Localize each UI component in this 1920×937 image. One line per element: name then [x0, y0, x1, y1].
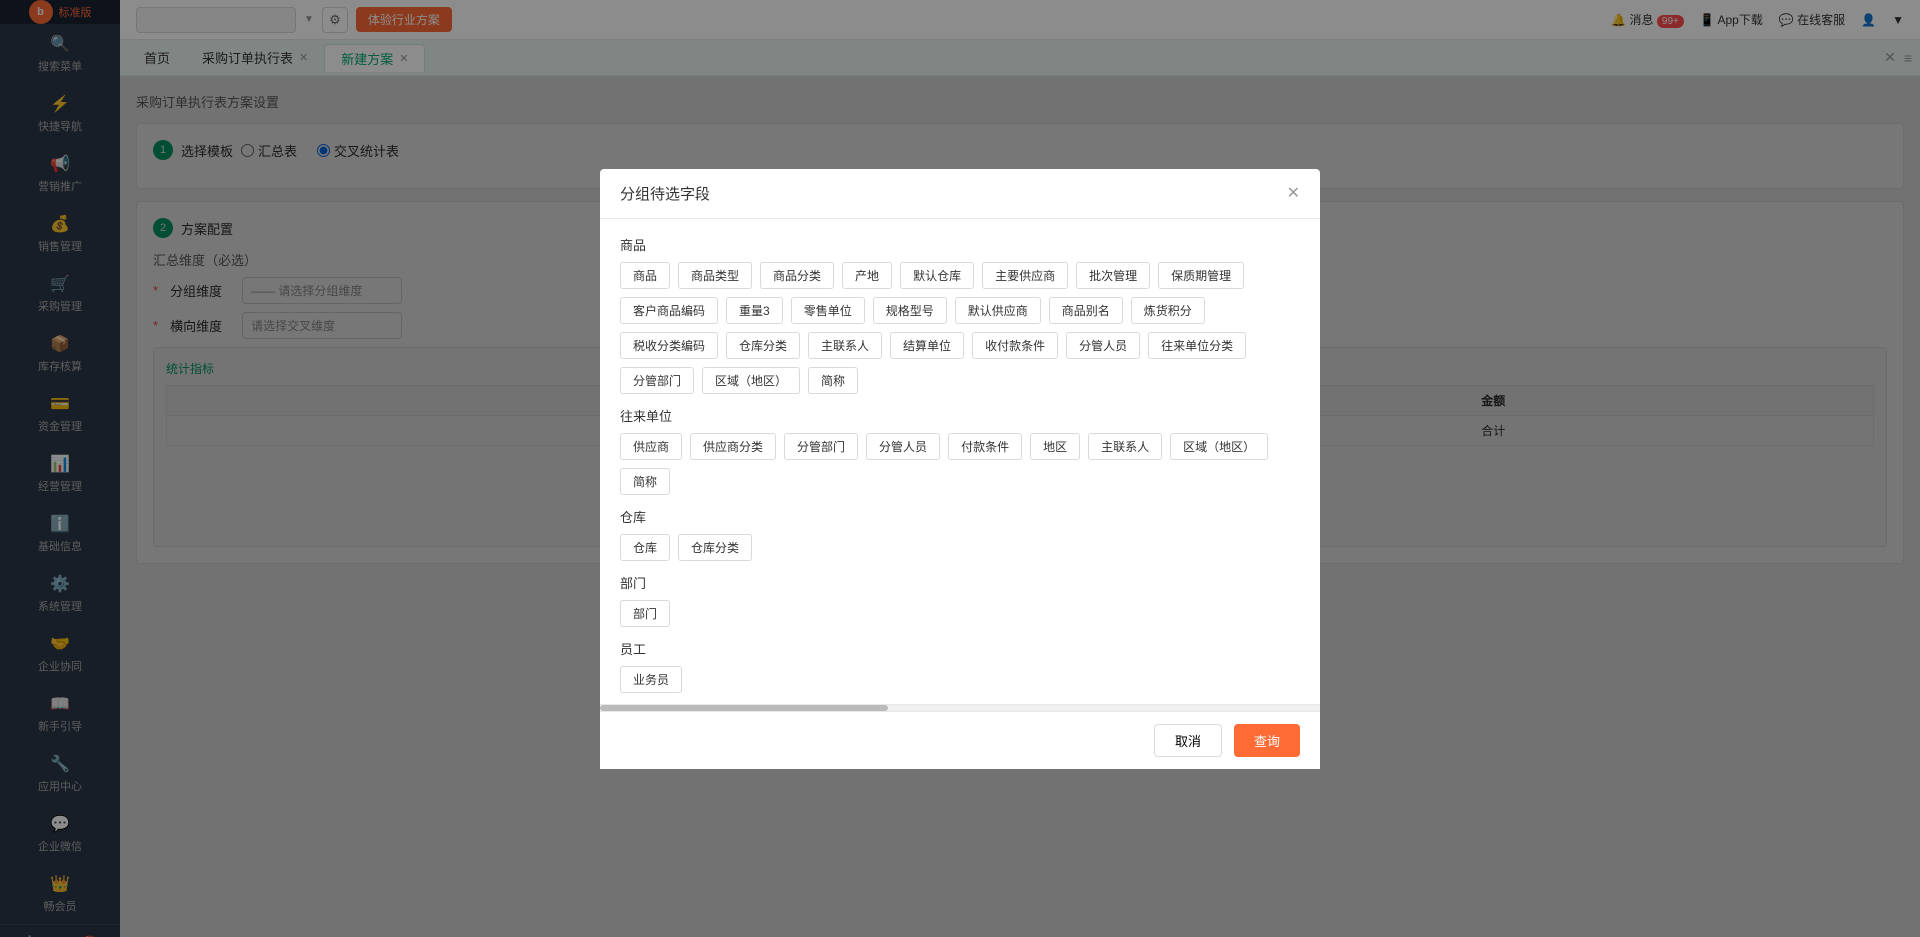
section-dept-title: 部门	[620, 573, 1300, 592]
field-tag-retail-unit[interactable]: 零售单位	[791, 297, 865, 324]
section-warehouse-fields: 仓库 仓库分类	[620, 534, 1300, 561]
field-tag-settlement-unit[interactable]: 结算单位	[890, 332, 964, 359]
field-tag-warehouse-category[interactable]: 仓库分类	[726, 332, 800, 359]
confirm-button[interactable]: 查询	[1234, 724, 1300, 757]
field-select-modal: 分组待选字段 ✕ 商品 商品 商品类型 商品分类 产地 默认仓库 主要供应商 批…	[600, 169, 1320, 769]
field-tag-warehouse[interactable]: 仓库	[620, 534, 670, 561]
field-tag-product-type[interactable]: 商品类型	[678, 262, 752, 289]
modal-footer: 取消 查询	[600, 711, 1320, 769]
modal-body[interactable]: 商品 商品 商品类型 商品分类 产地 默认仓库 主要供应商 批次管理 保质期管理…	[600, 219, 1320, 704]
field-tag-refine-points[interactable]: 炼货积分	[1131, 297, 1205, 324]
field-tag-spec-model[interactable]: 规格型号	[873, 297, 947, 324]
field-tag-dept[interactable]: 部门	[620, 600, 670, 627]
field-tag-warehouse-cat[interactable]: 仓库分类	[678, 534, 752, 561]
field-tag-supplier[interactable]: 供应商	[620, 433, 682, 460]
field-tag-main-supplier[interactable]: 主要供应商	[982, 262, 1068, 289]
field-tag-customer-code[interactable]: 客户商品编码	[620, 297, 718, 324]
field-tag-salesperson[interactable]: 业务员	[620, 666, 682, 693]
field-tag-main-contact[interactable]: 主联系人	[808, 332, 882, 359]
field-tag-mgmt-person2[interactable]: 分管人员	[866, 433, 940, 460]
field-tag-manager-person[interactable]: 分管人员	[1066, 332, 1140, 359]
section-employee-title: 员工	[620, 639, 1300, 658]
modal-header: 分组待选字段 ✕	[600, 169, 1320, 219]
field-tag-short-name-product[interactable]: 简称	[808, 367, 858, 394]
field-tag-mgmt-dept2[interactable]: 分管部门	[784, 433, 858, 460]
section-partner-title: 往来单位	[620, 406, 1300, 425]
field-tag-payment-terms[interactable]: 收付款条件	[972, 332, 1058, 359]
field-tag-product-category[interactable]: 商品分类	[760, 262, 834, 289]
section-warehouse-title: 仓库	[620, 507, 1300, 526]
field-tag-supplier-category[interactable]: 供应商分类	[690, 433, 776, 460]
field-tag-area[interactable]: 地区	[1030, 433, 1080, 460]
cancel-button[interactable]: 取消	[1154, 724, 1222, 757]
field-tag-short-name-partner[interactable]: 简称	[620, 468, 670, 495]
section-product-title: 商品	[620, 235, 1300, 254]
field-tag-main-contact2[interactable]: 主联系人	[1088, 433, 1162, 460]
field-tag-batch-mgmt[interactable]: 批次管理	[1076, 262, 1150, 289]
field-tag-default-supplier[interactable]: 默认供应商	[955, 297, 1041, 324]
modal-horizontal-scrollbar[interactable]	[600, 704, 1320, 711]
section-partner-fields: 供应商 供应商分类 分管部门 分管人员 付款条件 地区 主联系人 区域（地区） …	[620, 433, 1300, 495]
section-dept-fields: 部门	[620, 600, 1300, 627]
field-tag-payment-cond[interactable]: 付款条件	[948, 433, 1022, 460]
field-tag-origin[interactable]: 产地	[842, 262, 892, 289]
field-tag-mgmt-dept[interactable]: 分管部门	[620, 367, 694, 394]
field-tag-expiry-mgmt[interactable]: 保质期管理	[1158, 262, 1244, 289]
field-tag-tax-code[interactable]: 税收分类编码	[620, 332, 718, 359]
section-employee-fields: 业务员	[620, 666, 1300, 693]
field-tag-default-warehouse[interactable]: 默认仓库	[900, 262, 974, 289]
field-tag-partner-category[interactable]: 往来单位分类	[1148, 332, 1246, 359]
modal-overlay: 分组待选字段 ✕ 商品 商品 商品类型 商品分类 产地 默认仓库 主要供应商 批…	[0, 0, 1920, 937]
modal-close-icon[interactable]: ✕	[1287, 183, 1300, 203]
field-tag-region-partner[interactable]: 区域（地区）	[1170, 433, 1268, 460]
section-product-fields: 商品 商品类型 商品分类 产地 默认仓库 主要供应商 批次管理 保质期管理 客户…	[620, 262, 1300, 394]
field-tag-region-product[interactable]: 区域（地区）	[702, 367, 800, 394]
field-tag-product[interactable]: 商品	[620, 262, 670, 289]
field-tag-weight3[interactable]: 重量3	[726, 297, 783, 324]
field-tag-product-alias[interactable]: 商品别名	[1049, 297, 1123, 324]
modal-title: 分组待选字段	[620, 183, 710, 204]
